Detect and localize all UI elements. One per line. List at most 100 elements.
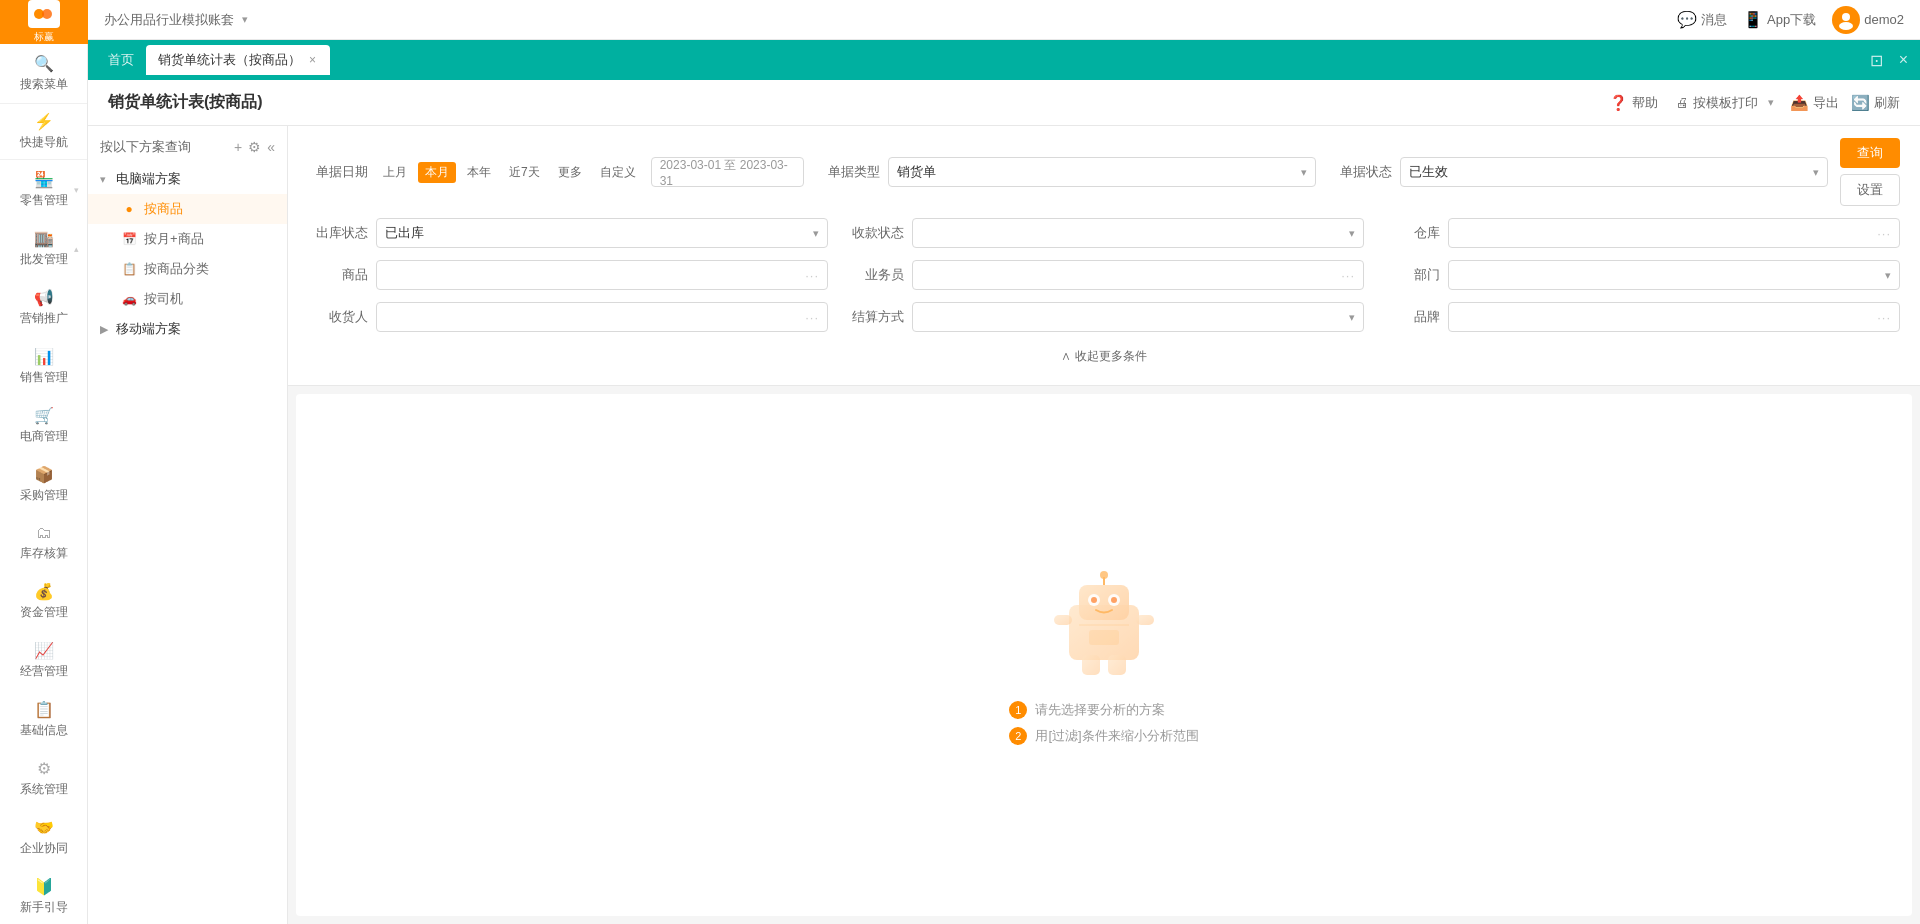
basic-icon: 📋: [34, 700, 54, 719]
query-button[interactable]: 查询: [1840, 138, 1900, 168]
payment-control[interactable]: ▾: [912, 302, 1364, 332]
sidebar-item-basic[interactable]: 📋 基础信息: [0, 690, 87, 749]
system-icon: ⚙: [37, 759, 51, 778]
reset-button[interactable]: 设置: [1840, 174, 1900, 206]
svg-point-9: [1111, 597, 1117, 603]
setting-scheme-btn[interactable]: ⚙: [248, 139, 261, 155]
salesperson-control[interactable]: ···: [912, 260, 1364, 290]
filters-section: 单据日期 上月 本月 本年 近7天 更多 自定义 2023-03-01 至 20…: [288, 126, 1920, 386]
brand-control[interactable]: ···: [1448, 302, 1900, 332]
svg-rect-13: [1136, 615, 1154, 625]
header-right: 💬 消息 📱 App下载 demo2: [1677, 6, 1904, 34]
warehouse-value: 已出库: [385, 224, 424, 242]
date-tab-last-month[interactable]: 上月: [376, 162, 414, 183]
restore-btn[interactable]: ⊡: [1866, 47, 1887, 74]
refresh-btn[interactable]: 🔄 刷新: [1851, 94, 1900, 112]
sidebar-item-wholesale[interactable]: 🏬 批发管理 ▴: [0, 219, 87, 278]
sidebar-item-retail[interactable]: 🏪 零售管理 ▾: [0, 160, 87, 219]
doc-status-control[interactable]: 已生效 ▾: [1400, 157, 1828, 187]
left-panel-title: 按以下方案查询: [100, 138, 191, 156]
sidebar-item-enterprise[interactable]: 🤝 企业协同: [0, 808, 87, 867]
sidebar-item-operations[interactable]: 📈 经营管理: [0, 631, 87, 690]
sidebar-item-marketing[interactable]: 📢 营销推广: [0, 278, 87, 337]
guide-label: 新手引导: [20, 899, 68, 916]
tab-home[interactable]: 首页: [96, 45, 146, 75]
sidebar-item-inventory[interactable]: 🗂 库存核算: [0, 514, 87, 572]
sidebar-item-finance[interactable]: 💰 资金管理: [0, 572, 87, 631]
retail-label: 零售管理: [20, 192, 68, 209]
payment-label: 结算方式: [844, 308, 904, 326]
date-tab-this-month[interactable]: 本月: [418, 162, 456, 183]
sales-label: 销售管理: [20, 369, 68, 386]
tip1-text: 请先选择要分析的方案: [1035, 701, 1165, 719]
sidebar-item-ecommerce[interactable]: 🛒 电商管理: [0, 396, 87, 455]
warehouse2-label: 仓库: [1380, 224, 1440, 242]
scheme-by-month-goods[interactable]: 📅 按月+商品: [88, 224, 287, 254]
add-scheme-btn[interactable]: +: [234, 139, 242, 155]
close-window-btn[interactable]: ×: [1895, 47, 1912, 73]
page-content: 销货单统计表(按商品) ❓ 帮助 🖨 按模板打印 ▾ 📤 导出: [88, 80, 1920, 924]
goods-dots: ···: [805, 268, 819, 283]
inventory-icon: 🗂: [36, 524, 52, 542]
tree-mobile-section[interactable]: ▶ 移动端方案: [88, 314, 287, 344]
goods-label: 商品: [308, 266, 368, 284]
industry-dropdown[interactable]: ▾: [242, 13, 248, 26]
month-icon: 📅: [120, 230, 138, 248]
avatar: [1832, 6, 1860, 34]
brand-label: 品牌: [1380, 308, 1440, 326]
doc-type-control[interactable]: 销货单 ▾: [888, 157, 1316, 187]
left-panel-header: 按以下方案查询 + ⚙ «: [88, 138, 287, 164]
date-tab-7days[interactable]: 近7天: [502, 162, 547, 183]
sidebar-search-item[interactable]: 🔍 搜索菜单: [0, 44, 87, 104]
sidebar-item-guide[interactable]: 🔰 新手引导: [0, 867, 87, 924]
sidebar-item-purchase[interactable]: 📦 采购管理: [0, 455, 87, 514]
print-btn[interactable]: 🖨 按模板打印: [1670, 94, 1764, 112]
goods-control[interactable]: ···: [376, 260, 828, 290]
print-dropdown-arrow[interactable]: ▾: [1764, 96, 1778, 109]
doc-status-arrow: ▾: [1813, 166, 1819, 179]
sidebar-item-sales[interactable]: 📊 销售管理: [0, 337, 87, 396]
sidebar-quick-nav[interactable]: ⚡ 快捷导航: [0, 104, 87, 160]
department-control[interactable]: ▾: [1448, 260, 1900, 290]
sidebar-logo[interactable]: 标赢: [0, 0, 88, 44]
receipt-control[interactable]: ▾: [912, 218, 1364, 248]
collapse-panel-btn[interactable]: «: [267, 139, 275, 155]
date-tab-custom[interactable]: 自定义: [593, 162, 643, 183]
warehouse-control[interactable]: 已出库 ▾: [376, 218, 828, 248]
warehouse2-control[interactable]: ···: [1448, 218, 1900, 248]
empty-tips: 1 请先选择要分析的方案 2 用[过滤]条件来缩小分析范围: [1009, 701, 1198, 745]
ecommerce-icon: 🛒: [34, 406, 54, 425]
app-download-btn[interactable]: 📱 App下载: [1743, 10, 1816, 29]
tab-close-btn[interactable]: ×: [307, 53, 318, 67]
refresh-icon: 🔄: [1851, 94, 1870, 112]
top-header: 办公用品行业模拟账套 ▾ 💬 消息 📱 App下载 demo2: [88, 0, 1920, 40]
date-tab-more[interactable]: 更多: [551, 162, 589, 183]
tree-pc-section[interactable]: ▾ 电脑端方案: [88, 164, 287, 194]
scheme-by-goods[interactable]: ● 按商品: [88, 194, 287, 224]
scheme-by-category[interactable]: 📋 按商品分类: [88, 254, 287, 284]
salesperson-dots: ···: [1341, 268, 1355, 283]
date-tab-this-year[interactable]: 本年: [460, 162, 498, 183]
scheme-by-goods-label: 按商品: [144, 200, 183, 218]
doc-type-label: 单据类型: [820, 163, 880, 181]
industry-label: 办公用品行业模拟账套: [104, 11, 234, 29]
guide-icon: 🔰: [34, 877, 54, 896]
date-range-display[interactable]: 2023-03-01 至 2023-03-31: [651, 157, 804, 187]
message-btn[interactable]: 💬 消息: [1677, 10, 1727, 29]
collapse-filters-btn[interactable]: ∧ 收起更多条件: [308, 340, 1900, 373]
scheme-by-driver[interactable]: 🚗 按司机: [88, 284, 287, 314]
export-btn[interactable]: 📤 导出: [1790, 94, 1839, 112]
sidebar-item-system[interactable]: ⚙ 系统管理: [0, 749, 87, 808]
department-label: 部门: [1380, 266, 1440, 284]
tab-active[interactable]: 销货单统计表（按商品） ×: [146, 45, 330, 75]
tab-active-label: 销货单统计表（按商品）: [158, 51, 301, 69]
empty-illustration: [1044, 565, 1164, 685]
search-icon: 🔍: [34, 54, 54, 73]
help-btn[interactable]: ❓ 帮助: [1609, 94, 1658, 112]
wholesale-icon: 🏬: [34, 229, 54, 248]
svg-point-11: [1100, 571, 1108, 579]
header-left: 办公用品行业模拟账套 ▾: [104, 11, 248, 29]
user-info[interactable]: demo2: [1832, 6, 1904, 34]
receiver-control[interactable]: ···: [376, 302, 828, 332]
svg-point-2: [1842, 13, 1850, 21]
